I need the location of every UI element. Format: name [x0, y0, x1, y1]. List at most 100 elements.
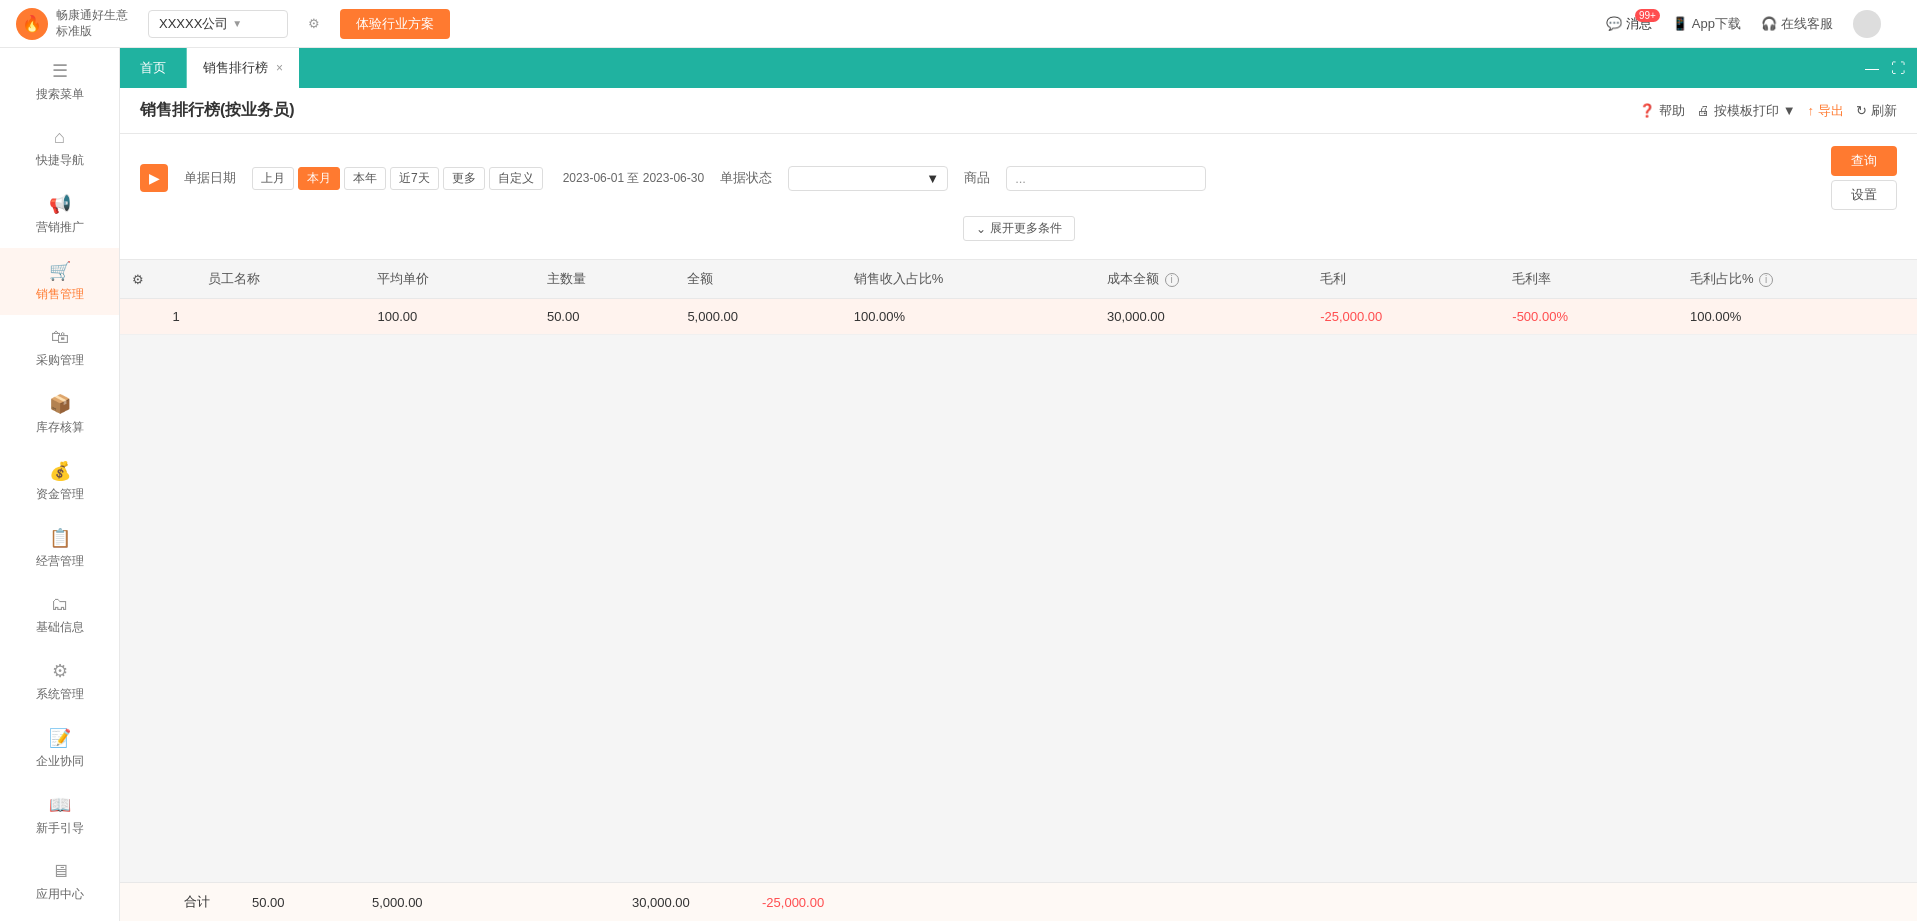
home-icon: ⌂: [54, 127, 65, 148]
avg-price-cell: 100.00: [365, 299, 534, 335]
sidebar-item-sales-mgmt[interactable]: 🛒 销售管理: [0, 248, 119, 315]
sidebar-item-beginner-guide[interactable]: 📖 新手引导: [0, 782, 119, 849]
page-actions: ❓ 帮助 🖨 按模板打印 ▼ ↑ 导出 ↻ 刷新: [1639, 102, 1897, 120]
col-sales-pct: 销售收入占比%: [842, 260, 1095, 299]
goods-placeholder: ...: [1015, 171, 1197, 186]
expand-button[interactable]: ⌄ 展开更多条件: [963, 216, 1075, 241]
employee-cell: [196, 299, 365, 335]
filter-arrow-button[interactable]: ▶: [140, 164, 168, 192]
collab-icon: 📝: [49, 727, 71, 749]
page-header: 销售排行榜(按业务员) ❓ 帮助 🖨 按模板打印 ▼ ↑ 导出: [120, 88, 1917, 134]
col-profit: 毛利: [1308, 260, 1500, 299]
sidebar-item-quick-nav[interactable]: ⌂ 快捷导航: [0, 115, 119, 181]
expand-section: ⌄ 展开更多条件: [140, 210, 1897, 247]
date-opt-this-month[interactable]: 本月: [298, 167, 340, 190]
filter-right-buttons: 查询 设置: [1831, 146, 1897, 210]
sidebar-item-enterprise-wechat[interactable]: 💬 企业微信: [0, 915, 119, 921]
refresh-button[interactable]: ↻ 刷新: [1856, 102, 1897, 120]
goods-filter-label: 商品: [964, 169, 990, 187]
col-amount: 全额: [675, 260, 841, 299]
printer-icon: 🖨: [1697, 103, 1710, 118]
footer-profit: -25,000.00: [762, 895, 882, 910]
profit-rate-cell: -500.00%: [1500, 299, 1678, 335]
sales-icon: 🛒: [49, 260, 71, 282]
help-button[interactable]: ❓ 帮助: [1639, 102, 1685, 120]
company-selector[interactable]: XXXXX公司 ▼: [148, 10, 288, 38]
sidebar-item-basic-info[interactable]: 🗂 基础信息: [0, 582, 119, 648]
date-opt-last-7-days[interactable]: 近7天: [390, 167, 439, 190]
tab-bar: 首页 销售排行榜 × — ⛶: [120, 48, 1917, 88]
col-employee: 员工名称: [196, 260, 365, 299]
settings-icon[interactable]: ⚙: [300, 10, 328, 38]
date-opt-more[interactable]: 更多: [443, 167, 485, 190]
data-table: ⚙ 员工名称 平均单价 主数量 全额 销售收入占比% 成本全额 i: [120, 260, 1917, 335]
sidebar-item-search-order[interactable]: ☰ 搜索菜单: [0, 48, 119, 115]
tab-home[interactable]: 首页: [120, 48, 187, 88]
avatar[interactable]: [1853, 10, 1881, 38]
basic-info-icon: 🗂: [51, 594, 69, 615]
sidebar-item-operations[interactable]: 📋 经营管理: [0, 515, 119, 582]
filter-settings-button[interactable]: 设置: [1831, 180, 1897, 210]
top-bar-right: 💬 消息 99+ 📱 App下载 🎧 在线客服: [1606, 10, 1901, 38]
sidebar-item-enterprise-collab[interactable]: 📝 企业协同: [0, 715, 119, 782]
col-profit-rate: 毛利率: [1500, 260, 1678, 299]
col-avg-price: 平均单价: [365, 260, 534, 299]
row-settings-cell: [120, 299, 156, 335]
status-filter-label: 单据状态: [720, 169, 772, 187]
sidebar: ☰ 搜索菜单 ⌂ 快捷导航 📢 营销推广 🛒 销售管理 🛍 采购管理 📦 库存核…: [0, 48, 120, 921]
footer-label: 合计: [132, 893, 252, 911]
refresh-icon: ↻: [1856, 103, 1867, 118]
sidebar-item-system-mgmt[interactable]: ⚙ 系统管理: [0, 648, 119, 715]
page-title: 销售排行榜(按业务员): [140, 100, 295, 121]
sidebar-item-finance[interactable]: 💰 资金管理: [0, 448, 119, 515]
table-wrapper: ⚙ 员工名称 平均单价 主数量 全额 销售收入占比% 成本全额 i: [120, 260, 1917, 921]
profit-cell: -25,000.00: [1308, 299, 1500, 335]
goods-input[interactable]: ...: [1006, 166, 1206, 191]
col-settings: ⚙: [120, 260, 156, 299]
logo-text: 畅康通好生意 标准版: [56, 8, 128, 39]
filter-area: ▶ 单据日期 上月 本月 本年 近7天 更多 自定义 2023-06-01 至 …: [120, 134, 1917, 260]
system-icon: ⚙: [52, 660, 68, 682]
profit-pct-cell: 100.00%: [1678, 299, 1917, 335]
phone-icon: 📱: [1672, 16, 1688, 31]
sidebar-item-app-center[interactable]: 🖥 应用中心: [0, 849, 119, 915]
query-button[interactable]: 查询: [1831, 146, 1897, 176]
tab-close-icon[interactable]: ×: [276, 61, 283, 75]
tab-sales-ranking[interactable]: 销售排行榜 ×: [187, 48, 299, 88]
col-cost: 成本全额 i: [1095, 260, 1308, 299]
sidebar-item-purchase-mgmt[interactable]: 🛍 采购管理: [0, 315, 119, 381]
date-opt-custom[interactable]: 自定义: [489, 167, 543, 190]
export-icon: ↑: [1808, 103, 1815, 118]
sidebar-item-marketing[interactable]: 📢 营销推广: [0, 181, 119, 248]
footer-values: 50.00 5,000.00 30,000.00 -25,000.00: [252, 895, 1905, 910]
cost-cell: 30,000.00: [1095, 299, 1308, 335]
chevron-down-icon: ▼: [232, 18, 242, 29]
trial-button[interactable]: 体验行业方案: [340, 9, 450, 39]
online-service-button[interactable]: 🎧 在线客服: [1761, 15, 1833, 33]
table-header-row: ⚙ 员工名称 平均单价 主数量 全额 销售收入占比% 成本全额 i: [120, 260, 1917, 299]
app-download-button[interactable]: 📱 App下载: [1672, 15, 1741, 33]
content-area: 首页 销售排行榜 × — ⛶ 销售排行榜(按业务员) ❓ 帮助: [120, 48, 1917, 921]
status-select[interactable]: ▼: [788, 166, 948, 191]
sidebar-item-inventory[interactable]: 📦 库存核算: [0, 381, 119, 448]
headset-icon: 🎧: [1761, 16, 1777, 31]
date-opt-this-year[interactable]: 本年: [344, 167, 386, 190]
settings-col-icon[interactable]: ⚙: [132, 272, 144, 287]
tab-minimize-icon[interactable]: —: [1865, 60, 1879, 76]
export-button[interactable]: ↑ 导出: [1808, 102, 1845, 120]
date-filter-label: 单据日期: [184, 169, 236, 187]
message-badge: 99+: [1635, 9, 1660, 22]
print-button[interactable]: 🖨 按模板打印 ▼: [1697, 102, 1796, 120]
tab-maximize-icon[interactable]: ⛶: [1891, 60, 1905, 76]
status-chevron-icon: ▼: [926, 171, 939, 186]
footer-qty: 50.00: [252, 895, 372, 910]
sales-pct-cell: 100.00%: [842, 299, 1095, 335]
date-opt-last-month[interactable]: 上月: [252, 167, 294, 190]
footer-amount: 5,000.00: [372, 895, 502, 910]
top-bar: 🔥 畅康通好生意 标准版 XXXXX公司 ▼ ⚙ 体验行业方案 💬 消息 99+…: [0, 0, 1917, 48]
qty-cell: 50.00: [535, 299, 675, 335]
profit-pct-info-icon[interactable]: i: [1759, 273, 1773, 287]
search-icon: ☰: [52, 60, 68, 82]
cost-info-icon[interactable]: i: [1165, 273, 1179, 287]
message-button[interactable]: 💬 消息 99+: [1606, 15, 1652, 33]
